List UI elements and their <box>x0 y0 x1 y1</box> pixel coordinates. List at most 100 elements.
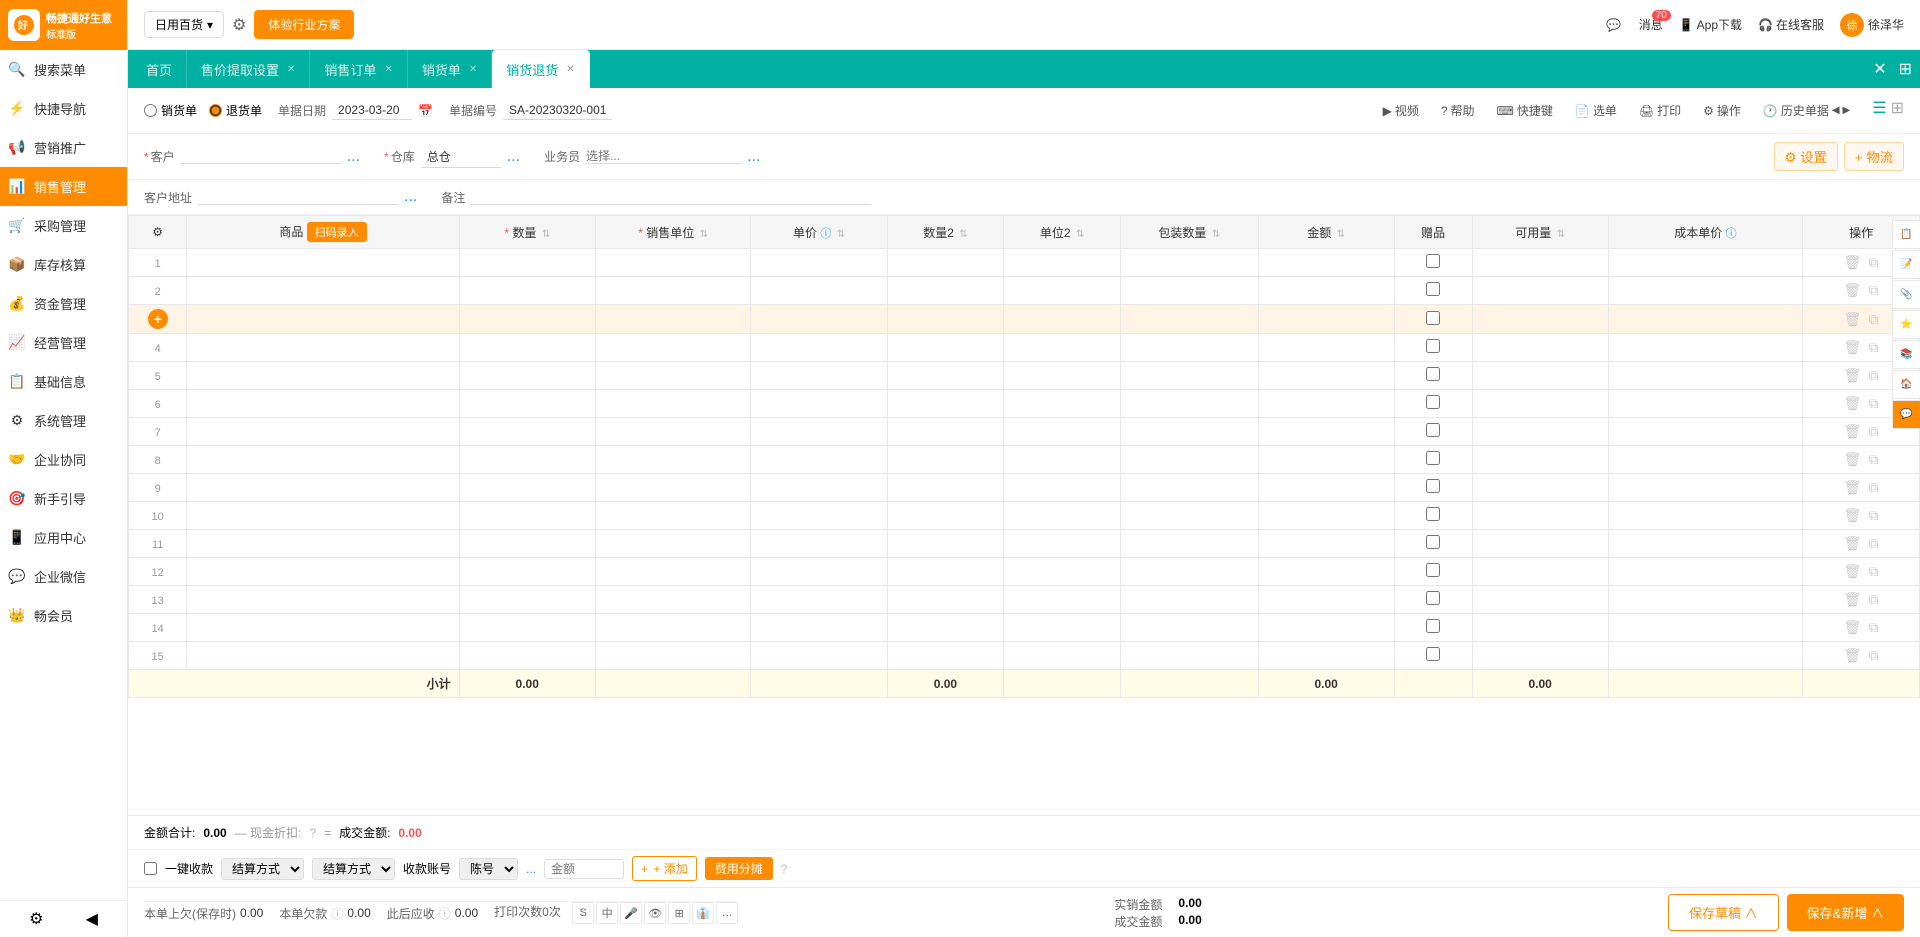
gift-checkbox[interactable] <box>1426 367 1440 381</box>
qty2-cell[interactable] <box>887 390 1004 418</box>
row-delete-icon[interactable]: 🗑 <box>1842 591 1864 607</box>
unit2-cell[interactable] <box>1004 305 1121 334</box>
help-btn[interactable]: ? 帮助 <box>1433 98 1483 123</box>
sidebar-item-member[interactable]: 👑 畅会员 <box>0 596 127 635</box>
price-cell[interactable] <box>751 474 887 502</box>
qty2-cell[interactable] <box>887 586 1004 614</box>
product-cell[interactable] <box>187 446 459 474</box>
product-cell[interactable] <box>187 249 459 277</box>
tab-sales-return[interactable]: 销货退货 ✕ <box>492 50 589 88</box>
sidebar-item-marketing[interactable]: 📢 营销推广 <box>0 128 127 167</box>
pkg-qty-cell[interactable] <box>1120 390 1258 418</box>
qty2-cell[interactable] <box>887 474 1004 502</box>
row-delete-icon[interactable]: 🗑 <box>1842 282 1864 298</box>
unit2-cell[interactable] <box>1004 418 1121 446</box>
row-delete-icon[interactable]: 🗑 <box>1842 647 1864 663</box>
available-cell[interactable] <box>1472 586 1608 614</box>
price-cell[interactable] <box>751 305 887 334</box>
qty2-cell[interactable] <box>887 642 1004 670</box>
cost-cell[interactable] <box>1608 249 1803 277</box>
qty2-cell[interactable] <box>887 530 1004 558</box>
pkg-qty-cell[interactable] <box>1120 474 1258 502</box>
qty-cell[interactable] <box>459 530 595 558</box>
unit2-cell[interactable] <box>1004 642 1121 670</box>
gift-checkbox[interactable] <box>1426 395 1440 409</box>
unit2-cell[interactable] <box>1004 277 1121 305</box>
price-cell[interactable] <box>751 362 887 390</box>
sidebar-item-finance[interactable]: 💰 资金管理 <box>0 284 127 323</box>
amount-cell[interactable] <box>1258 305 1394 334</box>
gift-cell[interactable] <box>1394 530 1472 558</box>
cost-cell[interactable] <box>1608 446 1803 474</box>
toolbar-icon-zh[interactable]: 中 <box>596 902 618 924</box>
price-cell[interactable] <box>751 390 887 418</box>
unit2-cell[interactable] <box>1004 558 1121 586</box>
cost-cell[interactable] <box>1608 558 1803 586</box>
calc-select[interactable]: 结算方式 <box>312 858 395 880</box>
qty-cell[interactable] <box>459 502 595 530</box>
row-copy-icon[interactable]: ⧉ <box>1867 535 1881 551</box>
unit2-cell[interactable] <box>1004 249 1121 277</box>
gift-checkbox[interactable] <box>1426 282 1440 296</box>
price-cell[interactable] <box>751 530 887 558</box>
staff-dots-icon[interactable]: ... <box>747 148 760 166</box>
radio-return-input[interactable] <box>209 104 222 117</box>
online-service-area[interactable]: 🎧 在线客服 <box>1758 16 1824 33</box>
row-copy-icon[interactable]: ⧉ <box>1867 479 1881 495</box>
th-pkg-sort[interactable]: ⇅ <box>1212 229 1220 240</box>
settings-btn[interactable]: ⚙ 设置 <box>1774 142 1838 171</box>
right-icon-2[interactable]: 📎 <box>1892 280 1920 309</box>
logistics-btn[interactable]: + 物流 <box>1844 142 1904 171</box>
unit-cell[interactable] <box>595 249 751 277</box>
product-cell[interactable] <box>187 530 459 558</box>
cost-cell[interactable] <box>1608 390 1803 418</box>
th-unit-sort[interactable]: ⇅ <box>700 229 708 240</box>
pkg-qty-cell[interactable] <box>1120 334 1258 362</box>
unit-cell[interactable] <box>595 277 751 305</box>
amount-cell[interactable] <box>1258 390 1394 418</box>
history-prev-icon[interactable]: ◀ <box>1832 105 1840 116</box>
sidebar-item-quicknav[interactable]: ⚡ 快捷导航 <box>0 89 127 128</box>
gift-cell[interactable] <box>1394 642 1472 670</box>
product-cell[interactable] <box>187 362 459 390</box>
amount-cell[interactable] <box>1258 418 1394 446</box>
qty-cell[interactable] <box>459 446 595 474</box>
toolbar-icon-table[interactable]: ⊞ <box>668 902 690 924</box>
price-info-icon[interactable]: ⓘ <box>820 228 831 240</box>
pkg-qty-cell[interactable] <box>1120 305 1258 334</box>
cost-cell[interactable] <box>1608 305 1803 334</box>
pkg-qty-cell[interactable] <box>1120 446 1258 474</box>
cost-cell[interactable] <box>1608 362 1803 390</box>
qty-cell[interactable] <box>459 362 595 390</box>
sidebar-item-newuser[interactable]: 🎯 新手引导 <box>0 479 127 518</box>
price-cell[interactable] <box>751 502 887 530</box>
qty2-cell[interactable] <box>887 614 1004 642</box>
amount-cell[interactable] <box>1258 446 1394 474</box>
price-cell[interactable] <box>751 558 887 586</box>
unit-cell[interactable] <box>595 446 751 474</box>
unit-cell[interactable] <box>595 390 751 418</box>
row-delete-icon[interactable]: 🗑 <box>1842 563 1864 579</box>
row-copy-icon[interactable]: ⧉ <box>1867 367 1881 383</box>
qty-cell[interactable] <box>459 642 595 670</box>
pkg-qty-cell[interactable] <box>1120 277 1258 305</box>
product-cell[interactable] <box>187 390 459 418</box>
no-value[interactable]: SA-20230320-001 <box>503 101 612 120</box>
fee-split-btn[interactable]: 费用分摊 <box>705 857 773 880</box>
amount-cell[interactable] <box>1258 502 1394 530</box>
qty2-cell[interactable] <box>887 277 1004 305</box>
unit-cell[interactable] <box>595 642 751 670</box>
qty-cell[interactable] <box>459 390 595 418</box>
right-icon-6[interactable]: 💬 <box>1892 400 1920 429</box>
sidebar-item-sales[interactable]: 📊 销售管理 <box>0 167 127 206</box>
available-cell[interactable] <box>1472 474 1608 502</box>
sidebar-item-basic[interactable]: 📋 基础信息 <box>0 362 127 401</box>
price-cell[interactable] <box>751 418 887 446</box>
cost-cell[interactable] <box>1608 530 1803 558</box>
gift-cell[interactable] <box>1394 362 1472 390</box>
qty-cell[interactable] <box>459 558 595 586</box>
unit-cell[interactable] <box>595 614 751 642</box>
row-delete-icon[interactable]: 🗑 <box>1842 451 1864 467</box>
amount-cell[interactable] <box>1258 530 1394 558</box>
unit-cell[interactable] <box>595 305 751 334</box>
